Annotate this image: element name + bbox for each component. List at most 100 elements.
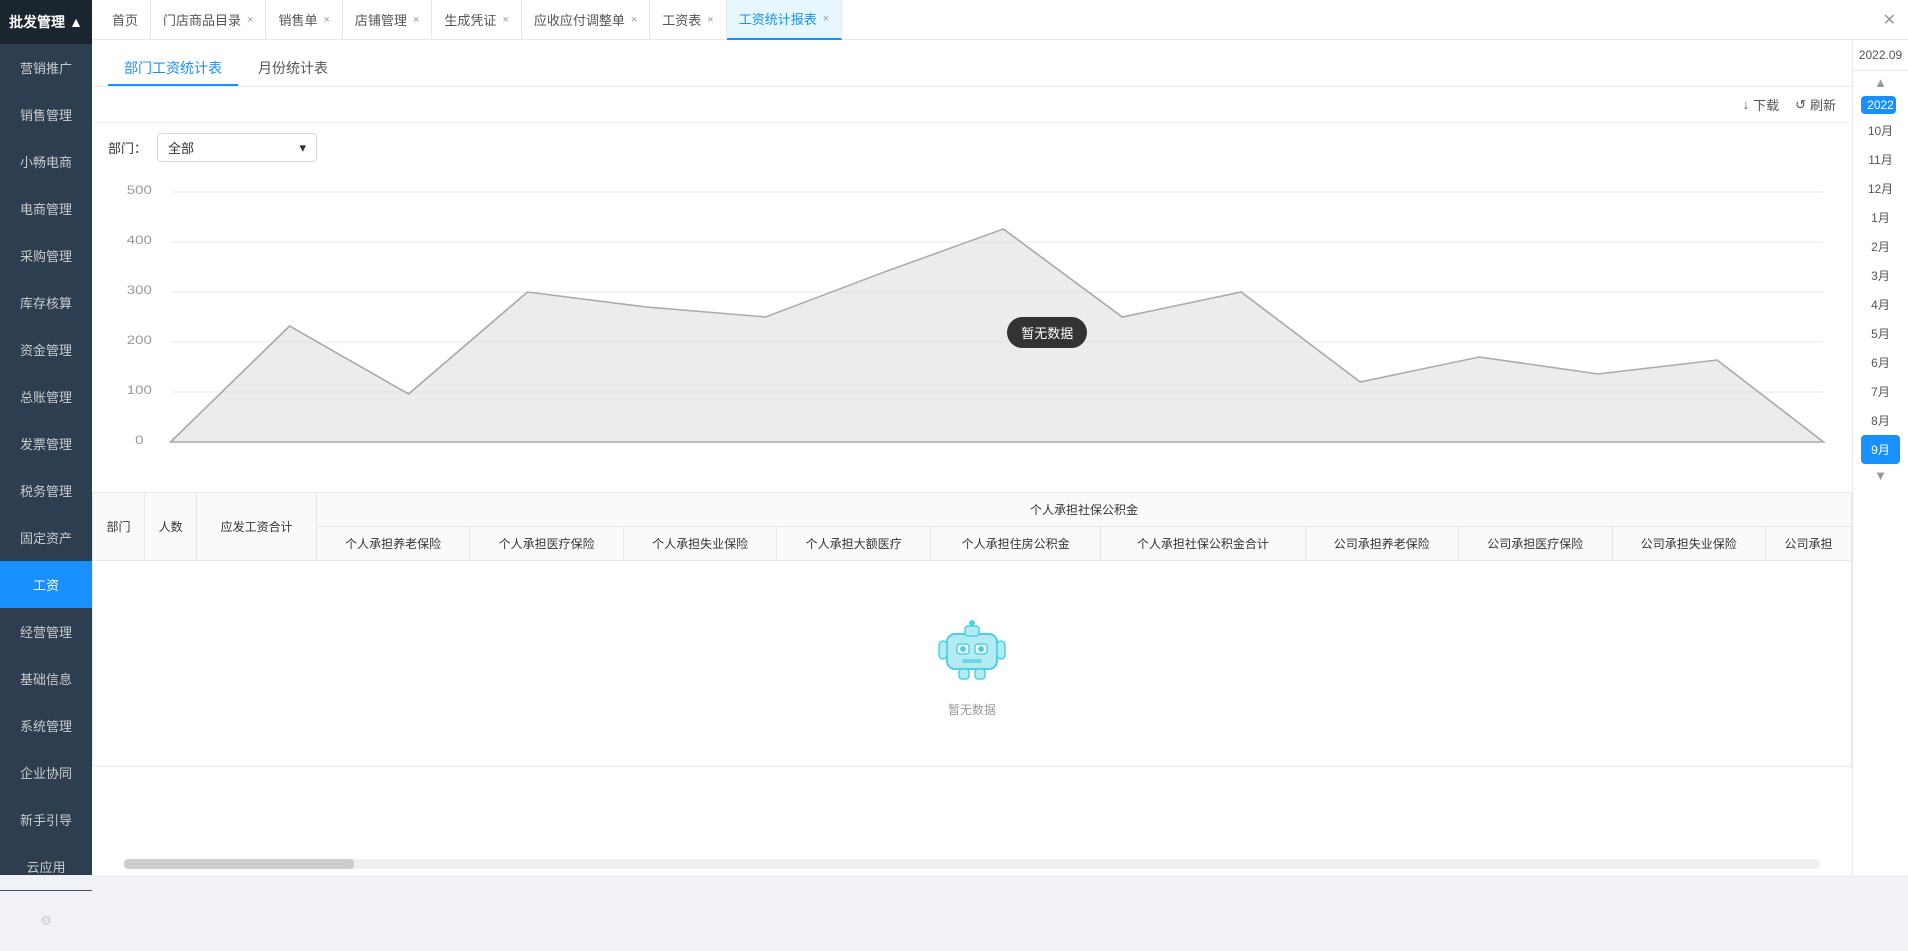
- page-body: 部门工资统计表 月份统计表 ↓ 下载 ↺ 刷新 部门： 全部 ▾: [92, 40, 1852, 875]
- sidebar-item-库存核算[interactable]: 库存核算: [0, 279, 92, 326]
- table-empty: 暂无数据: [93, 561, 1852, 767]
- calendar-month-5月[interactable]: 5月: [1861, 319, 1900, 348]
- tab-close-icon[interactable]: ×: [323, 14, 329, 26]
- sidebar-item-销售管理[interactable]: 销售管理: [0, 91, 92, 138]
- sidebar-item-基础信息[interactable]: 基础信息: [0, 655, 92, 702]
- th-total-salary: 应发工资合计: [197, 493, 317, 561]
- th-sub-个人承担失业保险: 个人承担失业保险: [623, 527, 777, 561]
- tab-close-icon[interactable]: ×: [247, 14, 253, 26]
- bottom-scrollbar[interactable]: [124, 859, 1820, 869]
- calendar-year-badge[interactable]: 2022: [1861, 96, 1896, 114]
- th-sub-个人承担医疗保险: 个人承担医疗保险: [470, 527, 624, 561]
- scrollbar-thumb: [124, 859, 354, 869]
- tab-label: 应收应付调整单: [534, 10, 625, 29]
- sidebar-items: 营销推广销售管理小畅电商电商管理采购管理库存核算资金管理总账管理发票管理税务管理…: [0, 44, 92, 890]
- calendar-down-nav[interactable]: ▼: [1853, 464, 1908, 487]
- sidebar-item-新手引导[interactable]: 新手引导: [0, 796, 92, 843]
- svg-text:200: 200: [127, 333, 153, 346]
- sidebar-item-系统管理[interactable]: 系统管理: [0, 702, 92, 749]
- calendar-up-nav[interactable]: ▲: [1853, 71, 1908, 94]
- svg-text:400: 400: [127, 233, 153, 246]
- sidebar-item-采购管理[interactable]: 采购管理: [0, 232, 92, 279]
- tab-店铺管理[interactable]: 店铺管理 ×: [343, 0, 432, 40]
- department-select[interactable]: 全部 ▾: [157, 133, 317, 162]
- refresh-button[interactable]: ↺ 刷新: [1795, 95, 1836, 114]
- calendar-month-1月[interactable]: 1月: [1861, 203, 1900, 232]
- tab-close-icon[interactable]: ×: [707, 14, 713, 26]
- refresh-icon: ↺: [1795, 97, 1806, 113]
- calendar-month-4月[interactable]: 4月: [1861, 290, 1900, 319]
- empty-robot-icon: [932, 609, 1012, 689]
- tab-label: 生成凭证: [444, 10, 496, 29]
- sidebar-item-税务管理[interactable]: 税务管理: [0, 467, 92, 514]
- tab-close-icon[interactable]: ×: [502, 14, 508, 26]
- calendar-month-9月[interactable]: 9月: [1861, 435, 1900, 464]
- calendar-panel: 2022.09 ▲ 2022 10月11月12月1月2月3月4月5月6月7月8月9…: [1852, 40, 1908, 875]
- sub-tab-monthly[interactable]: 月份统计表: [242, 52, 344, 86]
- tab-close-icon[interactable]: ×: [413, 14, 419, 26]
- calendar-month-7月[interactable]: 7月: [1861, 377, 1900, 406]
- tab-label: 首页: [112, 10, 138, 29]
- calendar-months: 2022 10月11月12月1月2月3月4月5月6月7月8月9月: [1861, 94, 1900, 464]
- tab-label: 工资表: [662, 10, 701, 29]
- th-sub-个人承担养老保险: 个人承担养老保险: [316, 527, 470, 561]
- tab-工资统计报表[interactable]: 工资统计报表×: [727, 0, 842, 40]
- svg-text:0: 0: [135, 433, 144, 446]
- calendar-month-3月[interactable]: 3月: [1861, 261, 1900, 290]
- chart-container: 暂无数据 500 400 300 200 100 0: [92, 172, 1852, 492]
- calendar-current-display: 2022.09: [1853, 40, 1908, 71]
- sidebar-item-小畅电商[interactable]: 小畅电商: [0, 138, 92, 185]
- table-area: 部门 人数 应发工资合计 个人承担社保公积金 个人承担养老保险个人承担医疗保险个…: [92, 492, 1852, 853]
- sidebar-item-营销推广[interactable]: 营销推广: [0, 44, 92, 91]
- sidebar-bottom: ⚙: [0, 890, 92, 951]
- th-personal-social-insurance-title: 个人承担社保公积金: [316, 493, 1851, 527]
- bottom-scrollbar-container: [92, 853, 1852, 875]
- empty-text: 暂无数据: [948, 701, 996, 718]
- th-sub-公司承担医疗保险: 公司承担医疗保险: [1459, 527, 1613, 561]
- tab-应收应付调整单[interactable]: 应收应付调整单 ×: [522, 0, 650, 40]
- empty-state: 暂无数据: [99, 569, 1845, 758]
- sub-tab-department[interactable]: 部门工资统计表: [108, 52, 238, 86]
- sub-tabs: 部门工资统计表 月份统计表: [92, 40, 1852, 87]
- tab-首页[interactable]: 首页: [100, 0, 151, 40]
- calendar-month-2月[interactable]: 2月: [1861, 232, 1900, 261]
- close-all-button[interactable]: ✕: [1871, 10, 1908, 30]
- calendar-month-8月[interactable]: 8月: [1861, 406, 1900, 435]
- calendar-month-11月[interactable]: 11月: [1861, 145, 1900, 174]
- download-label: 下载: [1753, 95, 1779, 114]
- th-sub-公司承担养老保险: 公司承担养老保险: [1305, 527, 1459, 561]
- tab-门店商品目录[interactable]: 门店商品目录×: [151, 0, 266, 40]
- sidebar-item-经营管理[interactable]: 经营管理: [0, 608, 92, 655]
- svg-text:100: 100: [127, 383, 153, 396]
- tab-label: 店铺管理: [355, 10, 407, 29]
- sidebar-item-工资[interactable]: 工资: [0, 561, 92, 608]
- sidebar-item-总账管理[interactable]: 总账管理: [0, 373, 92, 420]
- tab-label: 销售单: [278, 10, 317, 29]
- calendar-month-12月[interactable]: 12月: [1861, 174, 1900, 203]
- th-sub-个人承担社保公积金合计: 个人承担社保公积金合计: [1101, 527, 1305, 561]
- data-table: 部门 人数 应发工资合计 个人承担社保公积金 个人承担养老保险个人承担医疗保险个…: [92, 492, 1852, 767]
- download-button[interactable]: ↓ 下载: [1743, 95, 1780, 114]
- tab-close-icon[interactable]: ×: [631, 14, 637, 26]
- tab-工资表[interactable]: 工资表 ×: [650, 0, 726, 40]
- tab-销售单[interactable]: 销售单 ×: [266, 0, 342, 40]
- th-sub-个人承担大额医疗: 个人承担大额医疗: [777, 527, 931, 561]
- sidebar-title[interactable]: 批发管理 ▲: [0, 0, 92, 44]
- sidebar-item-发票管理[interactable]: 发票管理: [0, 420, 92, 467]
- calendar-month-6月[interactable]: 6月: [1861, 348, 1900, 377]
- sidebar-item-固定资产[interactable]: 固定资产: [0, 514, 92, 561]
- svg-text:500: 500: [127, 183, 153, 196]
- calendar-month-10月[interactable]: 10月: [1861, 116, 1900, 145]
- tab-生成凭证[interactable]: 生成凭证 ×: [432, 0, 521, 40]
- th-count: 人数: [145, 493, 197, 561]
- sidebar-item-电商管理[interactable]: 电商管理: [0, 185, 92, 232]
- main-content: 首页门店商品目录×销售单×店铺管理×生成凭证×应收应付调整单×工资表×工资统计报…: [92, 0, 1908, 875]
- gear-icon[interactable]: ⚙: [0, 903, 92, 939]
- sidebar: 批发管理 ▲ 营销推广销售管理小畅电商电商管理采购管理库存核算资金管理总账管理发…: [0, 0, 92, 875]
- sidebar-item-资金管理[interactable]: 资金管理: [0, 326, 92, 373]
- sidebar-item-云应用[interactable]: 云应用: [0, 843, 92, 890]
- sidebar-item-企业协同[interactable]: 企业协同: [0, 749, 92, 796]
- tabs-container: 首页门店商品目录×销售单×店铺管理×生成凭证×应收应付调整单×工资表×工资统计报…: [100, 0, 1871, 40]
- tab-close-icon[interactable]: ×: [823, 13, 829, 25]
- area-chart: 500 400 300 200 100 0: [108, 182, 1836, 472]
